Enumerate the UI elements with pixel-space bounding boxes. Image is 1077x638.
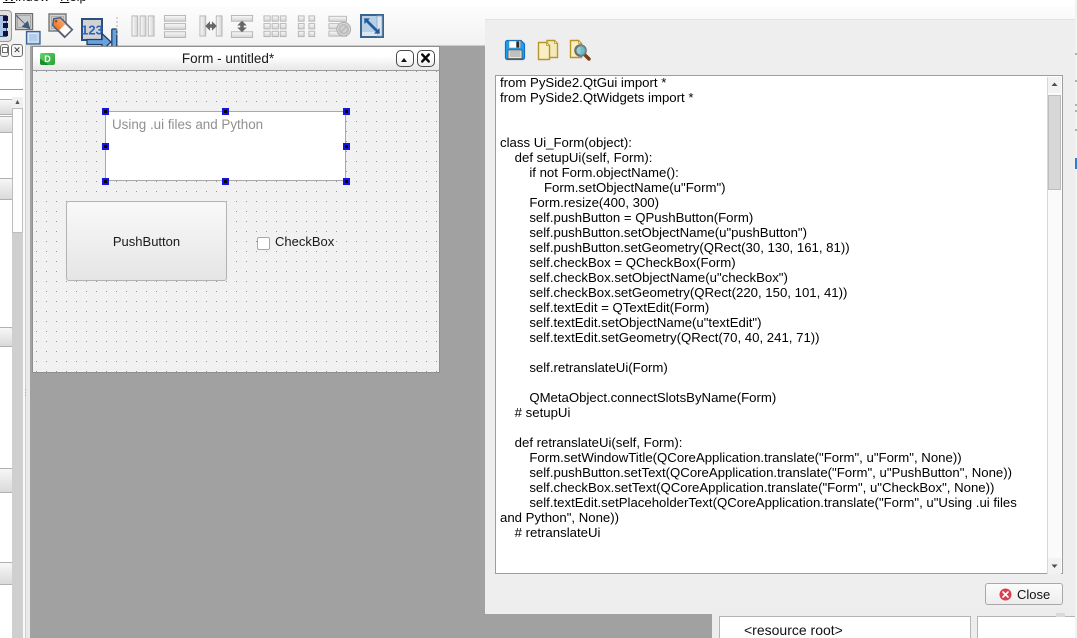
- svg-text:123: 123: [81, 23, 103, 38]
